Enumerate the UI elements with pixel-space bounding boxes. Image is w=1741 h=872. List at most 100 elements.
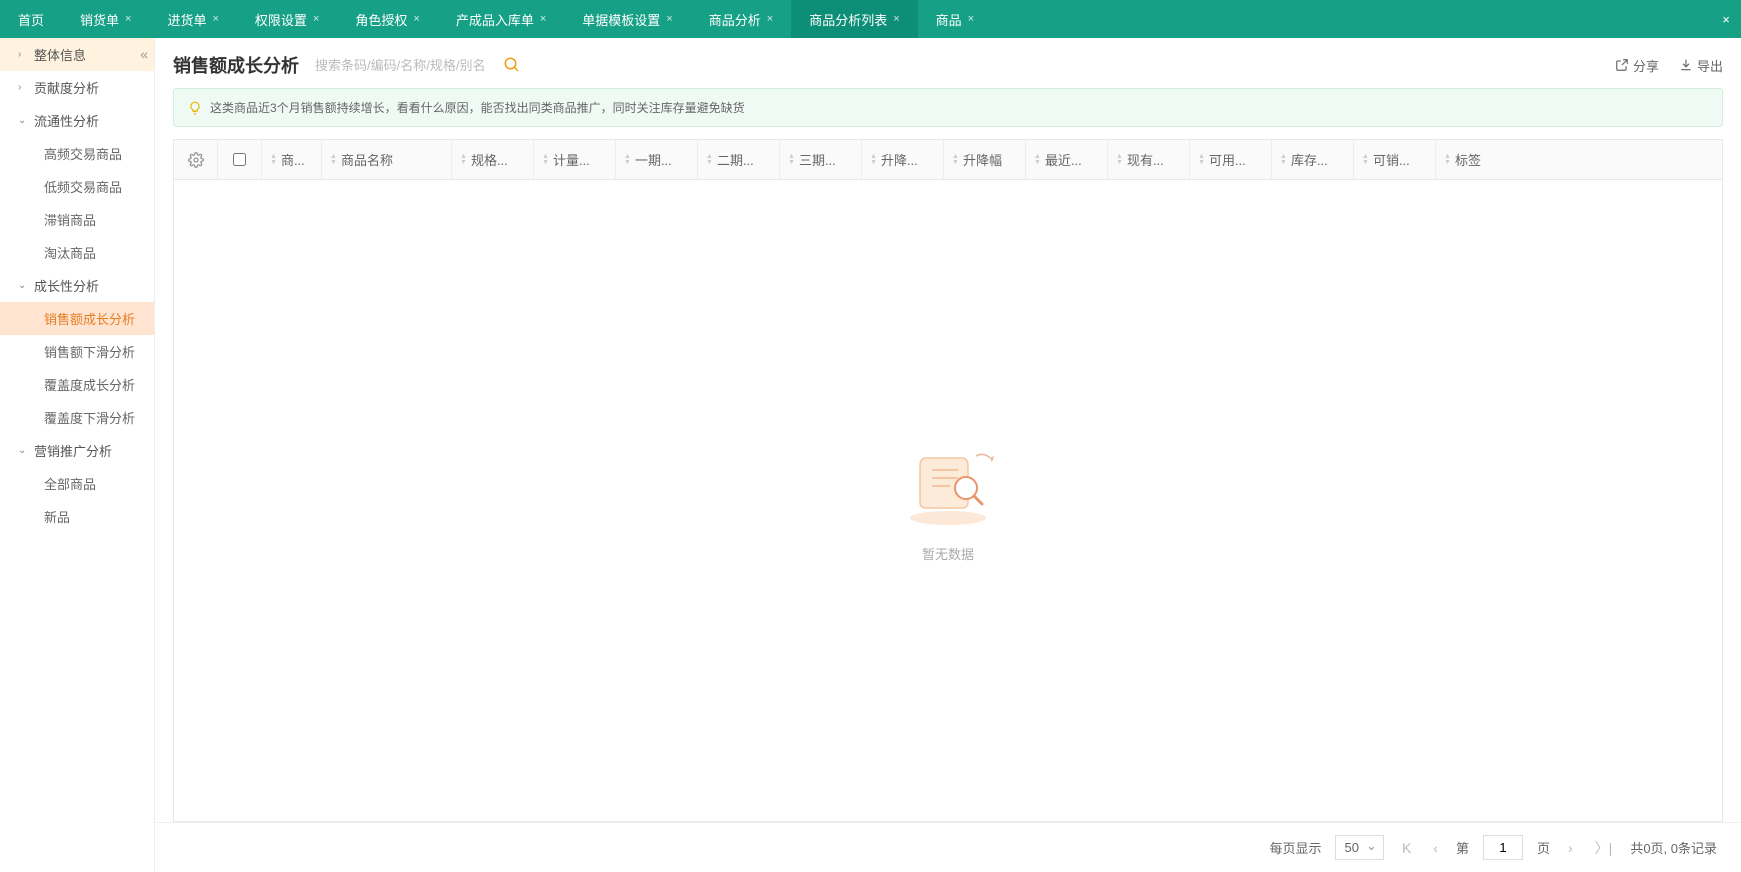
pagination: 每页显示 50 K ‹ 第 页 › 〉| 共0页, 0条记录 (155, 822, 1741, 872)
column-header-10[interactable]: ▲▼现有... (1108, 140, 1190, 179)
close-icon[interactable]: × (212, 13, 218, 25)
column-header-13[interactable]: ▲▼可销... (1354, 140, 1436, 179)
close-icon[interactable]: × (540, 13, 546, 25)
caret-icon: ⌄ (18, 115, 30, 126)
close-icon[interactable]: × (313, 13, 319, 25)
column-header-4[interactable]: ▲▼一期... (616, 140, 698, 179)
close-icon[interactable]: × (767, 13, 773, 25)
sidebar-item-label: 覆盖度成长分析 (44, 375, 135, 394)
sidebar-collapse-icon[interactable]: « (140, 46, 148, 62)
sidebar-item-10[interactable]: 覆盖度成长分析 (0, 368, 154, 401)
column-header-14[interactable]: ▲▼ 标签 (1436, 140, 1722, 179)
sidebar-item-1[interactable]: ›贡献度分析 (0, 71, 154, 104)
sidebar-item-8[interactable]: 销售额成长分析 (0, 302, 154, 335)
next-page-icon[interactable]: › (1564, 840, 1577, 856)
search-icon[interactable] (503, 56, 521, 74)
close-icon[interactable]: × (413, 13, 419, 25)
sort-icon[interactable]: ▲▼ (460, 154, 467, 166)
column-label: 二期... (717, 150, 754, 169)
tab-label: 商品 (936, 10, 962, 29)
tab-label: 角色授权 (355, 10, 407, 29)
sidebar-item-2[interactable]: ⌄流通性分析 (0, 104, 154, 137)
column-header-8[interactable]: ▲▼升降幅 (944, 140, 1026, 179)
tab-8[interactable]: 商品分析列表 × (791, 0, 917, 38)
column-label: 商品名称 (341, 150, 393, 169)
sidebar-item-14[interactable]: 新品 (0, 500, 154, 533)
select-all-checkbox[interactable] (218, 140, 262, 179)
tab-6[interactable]: 单据模板设置× (564, 0, 690, 38)
sort-icon[interactable]: ▲▼ (952, 154, 959, 166)
sort-icon[interactable]: ▲▼ (624, 154, 631, 166)
close-icon[interactable]: × (968, 13, 974, 25)
column-header-9[interactable]: ▲▼ 最近... (1026, 140, 1108, 179)
sidebar-item-4[interactable]: 低频交易商品 (0, 170, 154, 203)
sidebar-item-13[interactable]: 全部商品 (0, 467, 154, 500)
column-label: 标签 (1455, 150, 1481, 169)
sort-icon[interactable]: ▲▼ (1362, 154, 1369, 166)
prev-page-icon[interactable]: ‹ (1429, 840, 1442, 856)
last-page-icon[interactable]: 〉| (1591, 838, 1617, 858)
tabbar-close-all-icon[interactable]: × (1711, 0, 1741, 38)
sidebar-item-5[interactable]: 滞销商品 (0, 203, 154, 236)
close-icon[interactable]: × (125, 13, 131, 25)
sidebar-item-11[interactable]: 覆盖度下滑分析 (0, 401, 154, 434)
sidebar-item-0[interactable]: ›整体信息 (0, 38, 154, 71)
column-label: 规格... (471, 150, 508, 169)
close-icon[interactable]: × (666, 13, 672, 25)
sidebar-item-label: 成长性分析 (34, 276, 99, 295)
caret-icon: › (18, 82, 30, 93)
export-button[interactable]: 导出 (1679, 56, 1723, 75)
tab-5[interactable]: 产成品入库单× (438, 0, 564, 38)
column-header-5[interactable]: ▲▼ 二期... (698, 140, 780, 179)
sidebar-item-12[interactable]: ⌄营销推广分析 (0, 434, 154, 467)
tab-label: 商品分析列表 (809, 10, 887, 29)
search-wrap (315, 56, 521, 74)
column-header-11[interactable]: ▲▼可用... (1190, 140, 1272, 179)
sort-icon[interactable]: ▲▼ (542, 154, 549, 166)
share-button[interactable]: 分享 (1615, 56, 1659, 75)
sort-icon[interactable]: ▲▼ (1034, 154, 1041, 166)
tab-7[interactable]: 商品分析× (691, 0, 791, 38)
tab-9[interactable]: 商品 × (918, 0, 992, 38)
sort-icon[interactable]: ▲▼ (788, 154, 795, 166)
column-header-12[interactable]: ▲▼库存... (1272, 140, 1354, 179)
sort-icon[interactable]: ▲▼ (1444, 154, 1451, 166)
column-label: 升降... (881, 150, 918, 169)
column-header-2[interactable]: ▲▼ 规格... (452, 140, 534, 179)
column-header-6[interactable]: ▲▼ 三期... (780, 140, 862, 179)
sort-icon[interactable]: ▲▼ (706, 154, 713, 166)
close-icon[interactable]: × (893, 13, 899, 25)
sidebar-item-9[interactable]: 销售额下滑分析 (0, 335, 154, 368)
column-header-7[interactable]: ▲▼ 升降... (862, 140, 944, 179)
sort-icon[interactable]: ▲▼ (1198, 154, 1205, 166)
page-input[interactable] (1483, 835, 1523, 860)
tab-4[interactable]: 角色授权 × (337, 0, 437, 38)
tab-label: 进货单 (167, 10, 206, 29)
header: 销售额成长分析 分享 导出 (155, 38, 1741, 88)
first-page-icon[interactable]: K (1398, 840, 1415, 856)
column-header-3[interactable]: ▲▼计量... (534, 140, 616, 179)
tab-0[interactable]: 首页 (0, 0, 62, 38)
sidebar-item-7[interactable]: ⌄成长性分析 (0, 269, 154, 302)
tab-1[interactable]: 销货单× (62, 0, 149, 38)
column-header-0[interactable]: ▲▼ 商... (262, 140, 322, 179)
tab-3[interactable]: 权限设置× (237, 0, 337, 38)
pagination-summary: 共0页, 0条记录 (1630, 838, 1717, 857)
tab-2[interactable]: 进货单 × (149, 0, 236, 38)
per-page-select[interactable]: 50 (1335, 835, 1383, 860)
sidebar-item-3[interactable]: 高频交易商品 (0, 137, 154, 170)
sort-icon[interactable]: ▲▼ (1116, 154, 1123, 166)
sidebar-item-6[interactable]: 淘汰商品 (0, 236, 154, 269)
column-label: 三期... (799, 150, 836, 169)
search-input[interactable] (315, 58, 495, 73)
sidebar-item-label: 新品 (44, 507, 70, 526)
page-prefix: 第 (1456, 838, 1469, 857)
column-header-1[interactable]: ▲▼ 商品名称 (322, 140, 452, 179)
sort-icon[interactable]: ▲▼ (1280, 154, 1287, 166)
sort-icon[interactable]: ▲▼ (870, 154, 877, 166)
column-label: 最近... (1045, 150, 1082, 169)
sort-icon[interactable]: ▲▼ (270, 154, 277, 166)
column-label: 商... (281, 150, 305, 169)
sort-icon[interactable]: ▲▼ (330, 154, 337, 166)
column-settings-icon[interactable] (174, 140, 218, 179)
